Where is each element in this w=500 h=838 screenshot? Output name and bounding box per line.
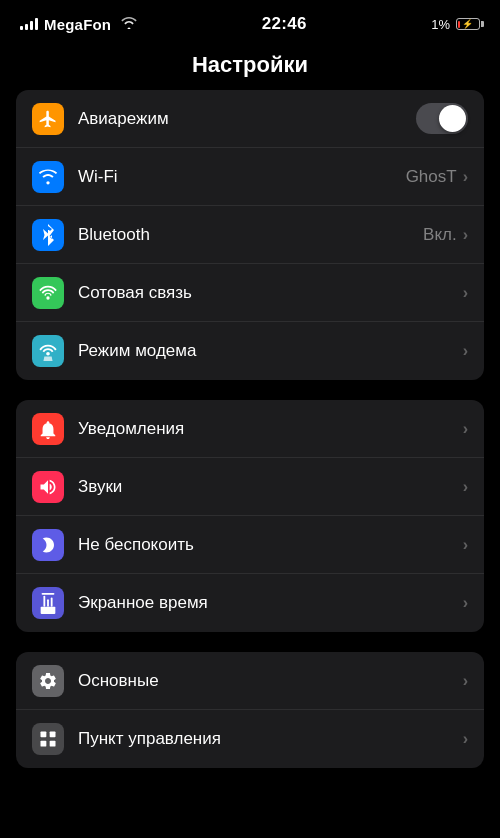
notifications-icon: [32, 413, 64, 445]
battery-percent: 1%: [431, 17, 450, 32]
carrier-name: MegaFon: [44, 16, 111, 33]
svg-rect-8: [50, 732, 56, 738]
notifications-item[interactable]: Уведомления ›: [16, 400, 484, 458]
airplane-mode-toggle[interactable]: [416, 103, 468, 134]
sounds-icon: [32, 471, 64, 503]
dnd-label: Не беспокоить: [78, 535, 463, 555]
battery-icon: ⚡: [456, 18, 480, 30]
wifi-label: Wi-Fi: [78, 167, 406, 187]
status-time: 22:46: [262, 14, 307, 34]
svg-rect-5: [47, 599, 49, 606]
cellular-label: Сотовая связь: [78, 283, 463, 303]
wifi-status-icon: [121, 16, 137, 32]
wifi-value: GhosT: [406, 167, 457, 187]
screentime-chevron: ›: [463, 594, 468, 612]
svg-rect-3: [42, 593, 55, 595]
control-center-icon: [32, 723, 64, 755]
page-title-bar: Настройки: [0, 44, 500, 90]
sounds-label: Звуки: [78, 477, 463, 497]
notifications-chevron: ›: [463, 420, 468, 438]
toggle-knob: [439, 105, 466, 132]
bluetooth-item[interactable]: Bluetooth Вкл. ›: [16, 206, 484, 264]
airplane-mode-item[interactable]: Авиарежим: [16, 90, 484, 148]
general-chevron: ›: [463, 672, 468, 690]
page-title: Настройки: [20, 52, 480, 78]
cellular-icon: [32, 277, 64, 309]
svg-point-1: [46, 352, 50, 356]
svg-rect-10: [50, 741, 56, 747]
hotspot-item[interactable]: Режим модема ›: [16, 322, 484, 380]
general-icon: [32, 665, 64, 697]
status-bar: MegaFon 22:46 1% ⚡: [0, 0, 500, 44]
general-item[interactable]: Основные ›: [16, 652, 484, 710]
bluetooth-icon: [32, 219, 64, 251]
dnd-icon: [32, 529, 64, 561]
sounds-item[interactable]: Звуки ›: [16, 458, 484, 516]
status-carrier: MegaFon: [20, 16, 137, 33]
hotspot-icon: [32, 335, 64, 367]
bluetooth-label: Bluetooth: [78, 225, 423, 245]
wifi-icon: [32, 161, 64, 193]
svg-rect-6: [51, 598, 53, 607]
connectivity-group: Авиарежим Wi-Fi GhosT › Bluetooth Вкл. ›: [16, 90, 484, 380]
general-label: Основные: [78, 671, 463, 691]
airplane-icon: [32, 103, 64, 135]
cellular-chevron: ›: [463, 284, 468, 302]
notifications-group: Уведомления › Звуки › Не беспокоить ›: [16, 400, 484, 632]
control-center-label: Пункт управления: [78, 729, 463, 749]
svg-rect-2: [41, 607, 56, 614]
bluetooth-value: Вкл.: [423, 225, 457, 245]
notifications-label: Уведомления: [78, 419, 463, 439]
svg-rect-7: [41, 732, 47, 738]
sounds-chevron: ›: [463, 478, 468, 496]
dnd-item[interactable]: Не беспокоить ›: [16, 516, 484, 574]
screentime-label: Экранное время: [78, 593, 463, 613]
wifi-item[interactable]: Wi-Fi GhosT ›: [16, 148, 484, 206]
control-center-item[interactable]: Пункт управления ›: [16, 710, 484, 768]
svg-point-0: [46, 296, 49, 299]
svg-rect-9: [41, 741, 47, 747]
hotspot-chevron: ›: [463, 342, 468, 360]
svg-rect-4: [43, 596, 45, 607]
signal-icon: [20, 18, 38, 30]
screentime-icon: [32, 587, 64, 619]
general-group: Основные › Пункт управления ›: [16, 652, 484, 768]
status-battery: 1% ⚡: [431, 17, 480, 32]
screentime-item[interactable]: Экранное время ›: [16, 574, 484, 632]
dnd-chevron: ›: [463, 536, 468, 554]
wifi-chevron: ›: [463, 168, 468, 186]
airplane-mode-label: Авиарежим: [78, 109, 416, 129]
hotspot-label: Режим модема: [78, 341, 463, 361]
bluetooth-chevron: ›: [463, 226, 468, 244]
cellular-item[interactable]: Сотовая связь ›: [16, 264, 484, 322]
control-center-chevron: ›: [463, 730, 468, 748]
